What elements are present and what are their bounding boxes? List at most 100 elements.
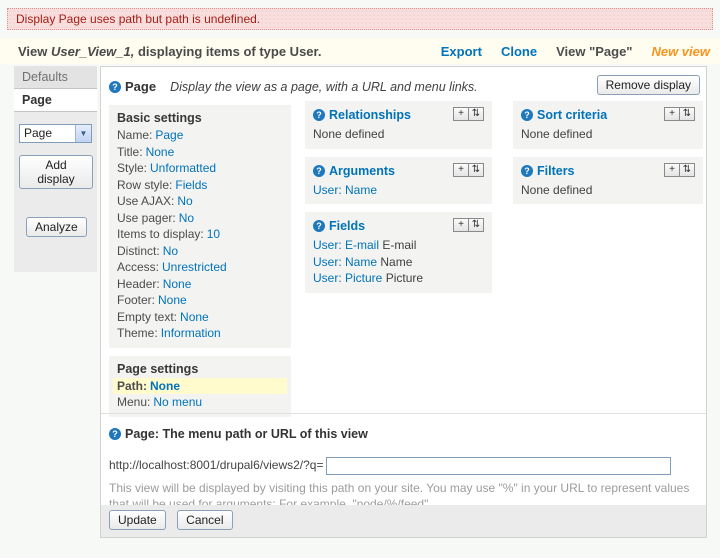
add-icon[interactable]: + (453, 218, 469, 232)
right-column: + ⇅ ? Sort criteria None defined + ⇅ ? Filte… (513, 101, 703, 212)
view-title-prefix: View (18, 43, 52, 59)
sort-criteria-title-link[interactable]: Sort criteria (537, 108, 607, 122)
field-item: User: E-mail E-mail (313, 238, 417, 252)
fields-panel: + ⇅ ? Fields User: E-mail E-mail User: Nam… (305, 212, 492, 293)
setting-pager-link[interactable]: No (179, 211, 194, 225)
setting-distinct-link[interactable]: No (163, 244, 178, 258)
setting-style-link[interactable]: Unformatted (150, 161, 216, 175)
add-icon[interactable]: + (664, 162, 680, 177)
view-page-link[interactable]: View "Page" (556, 44, 632, 59)
setting-row: Title: None (117, 144, 175, 159)
add-icon[interactable]: + (664, 107, 680, 121)
setting-access-link[interactable]: Unrestricted (162, 260, 227, 274)
setting-row: Row style: Fields (117, 177, 208, 192)
display-type-select[interactable]: Page ▼ (19, 124, 92, 143)
form-divider (101, 413, 706, 414)
path-input[interactable] (326, 457, 672, 475)
help-icon[interactable]: ? (313, 220, 325, 232)
display-title: Page (125, 79, 157, 94)
settings-column: Basic settings Name: Page Title: None Styl… (109, 105, 291, 425)
setting-ajax-link[interactable]: No (177, 194, 192, 208)
relationships-title-link[interactable]: Relationships (329, 108, 411, 122)
sort-criteria-empty: None defined (521, 127, 593, 141)
field-link[interactable]: User: Name (313, 255, 377, 269)
help-icon[interactable]: ? (521, 109, 533, 121)
sidebar-tab-defaults[interactable]: Defaults (14, 66, 97, 89)
arguments-panel: + ⇅ ? Arguments User: Name (305, 156, 492, 204)
relationships-panel: + ⇅ ? Relationships None defined (305, 101, 492, 149)
setting-theme-link[interactable]: Information (161, 326, 221, 340)
rearrange-icon[interactable]: ⇅ (679, 162, 695, 177)
page-settings-title: Page settings (117, 361, 199, 376)
setting-title-link[interactable]: None (146, 145, 175, 159)
setting-path-link[interactable]: None (150, 379, 180, 393)
setting-row: Footer: None (117, 293, 187, 307)
setting-row: Distinct: No (117, 243, 179, 258)
setting-items-link[interactable]: 10 (207, 227, 220, 241)
setting-row: Use pager: No (117, 210, 195, 225)
relationships-empty: None defined (313, 127, 385, 141)
basic-settings-box: Basic settings Name: Page Title: None Styl… (109, 105, 291, 348)
field-item: User: Name Name (313, 254, 413, 269)
display-sidebar: Defaults Page Page ▼ Add display Analyze (14, 66, 97, 272)
cancel-button[interactable]: Cancel (177, 510, 233, 530)
help-icon[interactable]: ? (521, 164, 533, 177)
update-button[interactable]: Update (109, 510, 166, 530)
setting-empty-text-link[interactable]: None (180, 310, 209, 324)
setting-row-path-highlighted: Path: None (113, 377, 287, 394)
rearrange-icon[interactable]: ⇅ (468, 107, 484, 121)
view-name: User_View_1, (51, 43, 135, 59)
clone-link[interactable]: Clone (501, 44, 537, 59)
display-description: Display the view as a page, with a URL a… (170, 80, 478, 94)
filters-panel: + ⇅ ? Filters None defined (513, 156, 703, 204)
analyze-button[interactable]: Analyze (26, 217, 87, 237)
sidebar-tab-page[interactable]: Page (14, 89, 97, 112)
remove-display-button[interactable]: Remove display (596, 75, 700, 95)
middle-column: + ⇅ ? Relationships None defined + ⇅ ? Argum… (305, 101, 492, 301)
help-icon[interactable]: ? (313, 109, 325, 121)
url-prefix: http://localhost:8001/drupal6/views2/?q= (109, 458, 324, 473)
page-settings-box: Page settings Path: None Menu: No menu (109, 355, 291, 417)
display-editor-panel: ? Page Display the view as a page, with a … (100, 66, 707, 538)
view-title: View User_View_1, displaying items of ty… (18, 44, 322, 59)
add-display-button[interactable]: Add display (19, 155, 93, 189)
setting-row: Use AJAX: No (117, 194, 193, 208)
arguments-title-link[interactable]: Arguments (329, 164, 395, 178)
setting-row: Empty text: None (117, 309, 209, 324)
export-link[interactable]: Export (441, 44, 482, 59)
fields-title-link[interactable]: Fields (329, 219, 365, 233)
help-icon[interactable]: ? (313, 164, 325, 177)
rearrange-icon[interactable]: ⇅ (468, 218, 484, 232)
view-title-suffix: displaying items of type User. (134, 43, 322, 59)
setting-footer-link[interactable]: None (158, 293, 187, 307)
setting-menu-link[interactable]: No menu (153, 395, 202, 409)
setting-row: Menu: No menu (117, 395, 203, 409)
setting-row: Header: None (117, 276, 192, 291)
help-icon[interactable]: ? (109, 428, 121, 440)
filters-title-link[interactable]: Filters (537, 164, 575, 178)
setting-row-style-link[interactable]: Fields (175, 178, 207, 192)
basic-settings-title: Basic settings (117, 111, 202, 125)
add-icon[interactable]: + (453, 162, 469, 177)
rearrange-icon[interactable]: ⇅ (468, 162, 484, 177)
display-type-select-value: Page (24, 126, 53, 140)
view-header: View User_View_1, displaying items of ty… (0, 38, 720, 64)
sort-criteria-panel: + ⇅ ? Sort criteria None defined (513, 101, 703, 149)
argument-link[interactable]: User: Name (313, 183, 377, 197)
help-icon[interactable]: ? (109, 81, 121, 93)
setting-name-link[interactable]: Page (155, 128, 183, 142)
add-icon[interactable]: + (453, 107, 469, 121)
field-link[interactable]: User: Picture (313, 271, 382, 285)
field-link[interactable]: User: E-mail (313, 238, 379, 252)
chevron-down-icon[interactable]: ▼ (75, 125, 91, 142)
argument-item: User: Name (313, 182, 484, 199)
new-view-link[interactable]: New view (651, 44, 710, 59)
setting-row: Style: Unformatted (117, 161, 217, 175)
field-item: User: Picture Picture (313, 271, 424, 285)
filters-empty: None defined (521, 182, 593, 197)
setting-header-link[interactable]: None (163, 277, 192, 291)
rearrange-icon[interactable]: ⇅ (679, 107, 695, 121)
setting-row: Theme: Information (117, 326, 221, 340)
setting-row: Items to display: 10 (117, 227, 221, 241)
setting-row: Access: Unrestricted (117, 260, 227, 274)
